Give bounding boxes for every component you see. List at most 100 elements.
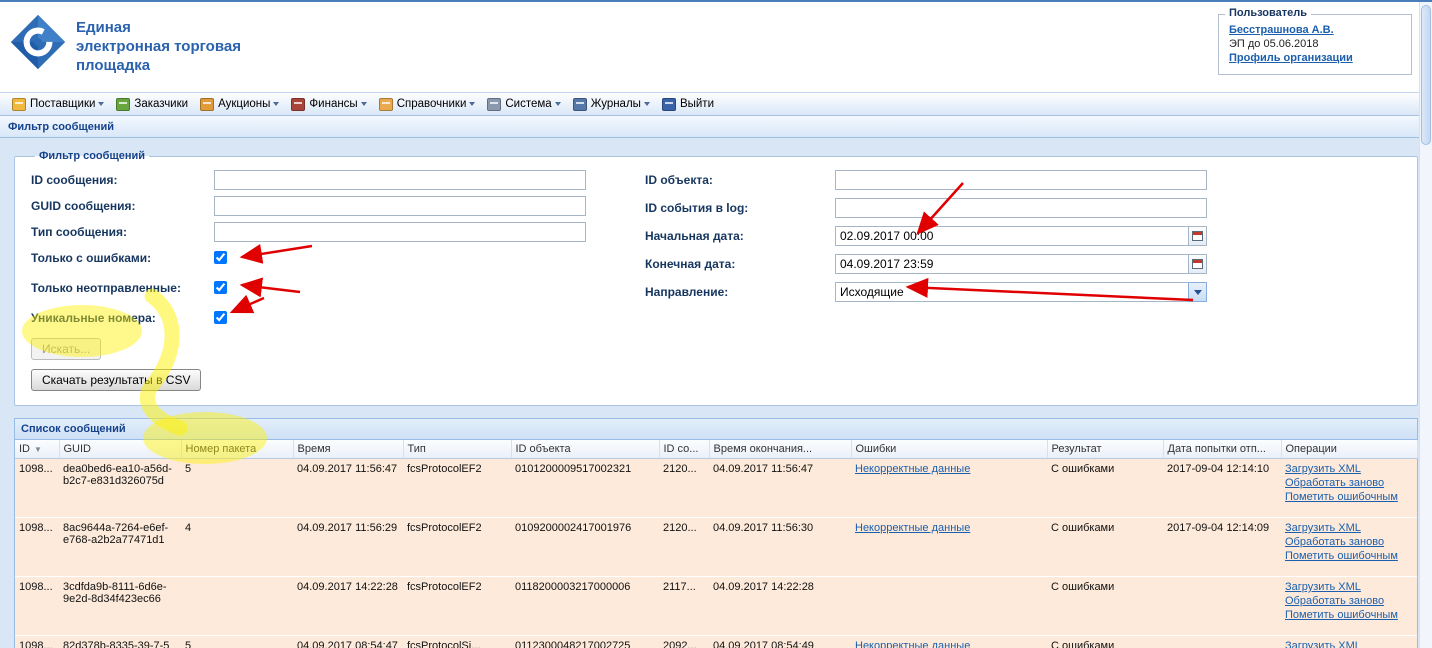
- user-cert-info: ЭП до 05.06.2018: [1229, 38, 1319, 50]
- col-header-packet[interactable]: Номер пакета: [181, 440, 294, 459]
- vertical-scrollbar[interactable]: [1419, 2, 1432, 648]
- cell-end-time: 04.09.2017 11:56:47: [709, 458, 851, 518]
- filter-row: Тип сообщения:: [31, 222, 645, 243]
- error-link[interactable]: Некорректные данные: [855, 640, 970, 648]
- filter-row: Конечная дата:: [645, 254, 1401, 275]
- cell-guid: 8ac9644a-7264-e6ef-e768-a2b2a77471d1: [59, 517, 181, 577]
- menu-item-auctions[interactable]: Аукционы: [196, 93, 287, 115]
- messages-table: ID ▼ GUID Номер пакета Время Тип ID объек…: [15, 440, 1418, 648]
- cell-event-id: 2117...: [659, 576, 709, 636]
- col-header-object-id[interactable]: ID объекта: [511, 440, 660, 459]
- error-link[interactable]: Некорректные данные: [855, 522, 970, 534]
- calendar-icon: [1192, 259, 1203, 269]
- field-label: Уникальные номера:: [31, 311, 156, 325]
- menu-item-customers[interactable]: Заказчики: [112, 93, 196, 115]
- col-header-label: Тип: [407, 443, 426, 455]
- col-header-operations[interactable]: Операции: [1281, 440, 1418, 459]
- operation-link[interactable]: Пометить ошибочным: [1285, 550, 1413, 563]
- operation-link[interactable]: Обработать заново: [1285, 595, 1413, 608]
- operation-link[interactable]: Загрузить XML: [1285, 581, 1413, 594]
- cell-type: fcsProtocolEF2: [403, 517, 511, 577]
- col-header-label: Номер пакета: [185, 443, 257, 455]
- menu-item-journals[interactable]: Журналы: [569, 93, 658, 115]
- cell-id: 1098...: [15, 635, 59, 648]
- only-errors-checkbox[interactable]: [214, 251, 227, 264]
- operation-link[interactable]: Пометить ошибочным: [1285, 609, 1413, 622]
- operation-link[interactable]: Загрузить XML: [1285, 640, 1413, 648]
- col-header-label: GUID: [63, 443, 92, 455]
- cell-attempt-date: 2017-09-04 12:14:10: [1163, 458, 1281, 518]
- chevron-down-icon: [469, 102, 476, 106]
- col-header-guid[interactable]: GUID: [59, 440, 182, 459]
- chevron-down-icon: [554, 102, 561, 106]
- org-profile-link[interactable]: Профиль организации: [1229, 52, 1401, 64]
- search-button[interactable]: Искать...: [31, 338, 102, 360]
- system-icon: [487, 97, 502, 111]
- menu-item-finance[interactable]: Финансы: [287, 93, 374, 115]
- message-id-input[interactable]: [214, 170, 586, 190]
- start-date-input[interactable]: [835, 226, 1188, 246]
- start-date-calendar-button[interactable]: [1188, 226, 1207, 246]
- user-name-link[interactable]: Бесстрашнова А.В.: [1229, 24, 1401, 36]
- operation-link[interactable]: Пометить ошибочным: [1285, 491, 1413, 504]
- col-header-result[interactable]: Результат: [1047, 440, 1164, 459]
- end-date-calendar-button[interactable]: [1188, 254, 1207, 274]
- cell-errors: Некорректные данные: [851, 635, 1047, 648]
- menu-item-label: Финансы: [309, 98, 358, 110]
- cell-type: fcsProtocolEF2: [403, 576, 511, 636]
- menu-item-directories[interactable]: Справочники: [375, 93, 484, 115]
- unique-numbers-checkbox[interactable]: [214, 311, 227, 324]
- col-header-type[interactable]: Тип: [403, 440, 512, 459]
- end-date-input[interactable]: [835, 254, 1188, 274]
- operation-link[interactable]: Загрузить XML: [1285, 463, 1413, 476]
- calendar-icon: [1192, 231, 1203, 241]
- direction-input[interactable]: [835, 282, 1188, 302]
- col-header-label: Результат: [1051, 443, 1102, 455]
- log-event-id-input[interactable]: [835, 198, 1207, 218]
- table-header-row: ID ▼ GUID Номер пакета Время Тип ID объек…: [15, 440, 1418, 459]
- menu-item-system[interactable]: Система: [483, 93, 568, 115]
- download-csv-button[interactable]: Скачать результаты в CSV: [31, 369, 202, 391]
- messages-panel-title: Список сообщений: [15, 419, 1417, 440]
- operation-link[interactable]: Загрузить XML: [1285, 522, 1413, 535]
- col-header-end-time[interactable]: Время окончания...: [709, 440, 852, 459]
- cell-packet: [181, 576, 293, 636]
- error-link[interactable]: Некорректные данные: [855, 463, 970, 475]
- col-header-attempt-date[interactable]: Дата попытки отп...: [1163, 440, 1282, 459]
- cell-object-id: 0118200003217000006: [511, 576, 659, 636]
- menu-item-label: Справочники: [396, 98, 467, 110]
- scrollbar-thumb[interactable]: [1421, 5, 1431, 145]
- cell-end-time: 04.09.2017 11:56:30: [709, 517, 851, 577]
- col-header-label: Время: [297, 443, 331, 455]
- cell-packet: 4: [181, 517, 293, 577]
- cell-time: 04.09.2017 11:56:29: [293, 517, 403, 577]
- menu-item-suppliers[interactable]: Поставщики: [8, 93, 112, 115]
- user-panel-title: Пользователь: [1225, 7, 1312, 19]
- filter-row: ID сообщения:: [31, 170, 645, 191]
- menu-item-exit[interactable]: Выйти: [658, 93, 722, 115]
- cell-time: 04.09.2017 08:54:47: [293, 635, 403, 648]
- auctions-icon: [200, 97, 215, 111]
- col-header-label: Операции: [1285, 443, 1337, 455]
- chevron-down-icon: [360, 102, 367, 106]
- message-type-input[interactable]: [214, 222, 586, 242]
- cell-guid: 3cdfda9b-8111-6d6e-9e2d-8d34f423ec66: [59, 576, 181, 636]
- col-header-errors[interactable]: Ошибки: [851, 440, 1048, 459]
- table-row: 1098... 82d378b-8335-39-7-5 5 04.09.2017 08…: [15, 635, 1417, 648]
- only-unsent-checkbox[interactable]: [214, 281, 227, 294]
- col-header-time[interactable]: Время: [293, 440, 404, 459]
- direction-dropdown-button[interactable]: [1188, 282, 1207, 302]
- cell-time: 04.09.2017 14:22:28: [293, 576, 403, 636]
- header: Единая электронная торговая площадка Пол…: [0, 2, 1432, 92]
- operation-link[interactable]: Обработать заново: [1285, 477, 1413, 490]
- directories-icon: [378, 97, 393, 111]
- start-date-field: [835, 226, 1207, 246]
- col-header-event-id[interactable]: ID со...: [659, 440, 710, 459]
- message-guid-input[interactable]: [214, 196, 586, 216]
- field-label: Только с ошибками:: [31, 251, 152, 265]
- table-row: 1098... 3cdfda9b-8111-6d6e-9e2d-8d34f423e…: [15, 576, 1417, 636]
- field-label: Конечная дата:: [645, 257, 736, 271]
- col-header-id[interactable]: ID ▼: [15, 440, 60, 459]
- object-id-input[interactable]: [835, 170, 1207, 190]
- operation-link[interactable]: Обработать заново: [1285, 536, 1413, 549]
